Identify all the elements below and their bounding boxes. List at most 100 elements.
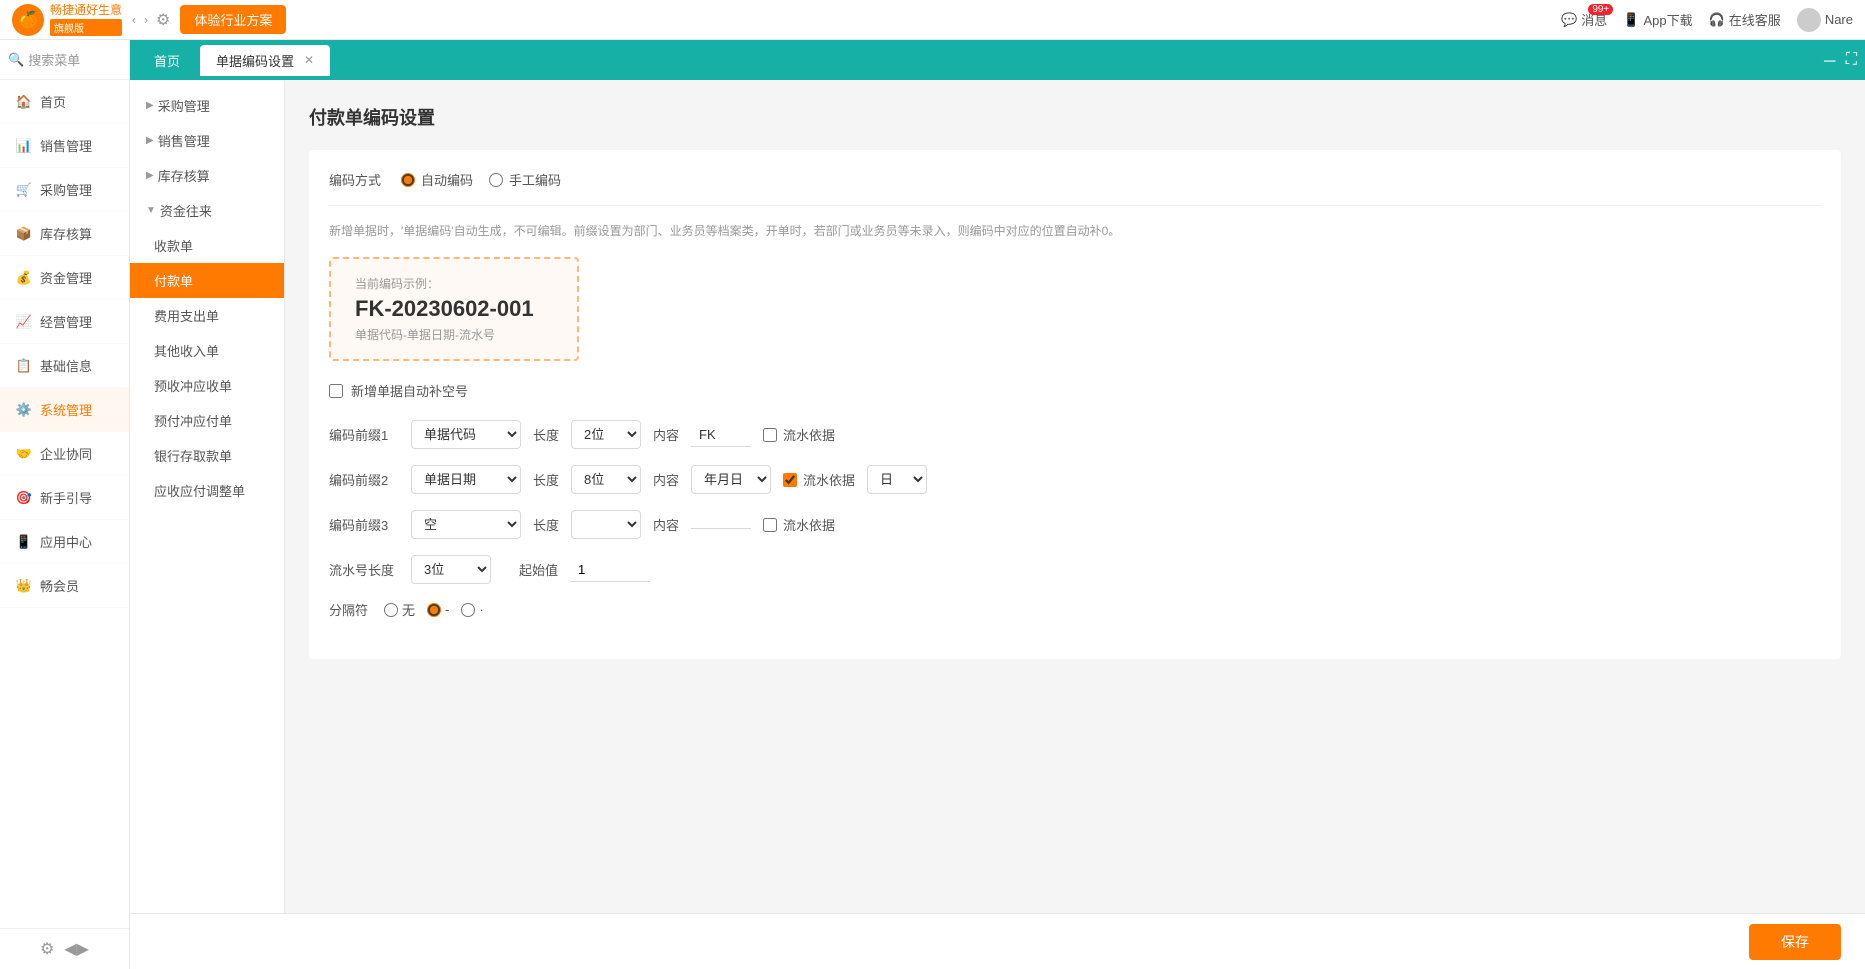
length1-label: 长度 bbox=[533, 425, 559, 444]
sep-none-option[interactable]: 无 bbox=[384, 600, 415, 619]
sidebar-item-apps[interactable]: 📱 应用中心 bbox=[0, 520, 129, 564]
length3-select[interactable] bbox=[571, 510, 641, 539]
auto-fill-label: 新增单据自动补空号 bbox=[351, 381, 468, 400]
sep-dot-radio[interactable] bbox=[427, 603, 441, 617]
content1-value: FK bbox=[691, 423, 751, 447]
stream2-checkbox[interactable] bbox=[783, 473, 797, 487]
sidebar-item-basic[interactable]: 📋 基础信息 bbox=[0, 344, 129, 388]
window-minimize-icon[interactable]: － bbox=[1822, 48, 1838, 72]
left-nav-title-purchase[interactable]: ▶ 采购管理 bbox=[130, 88, 284, 123]
stream3-checkbox[interactable] bbox=[763, 518, 777, 532]
chevron-right-icon: ▶ bbox=[146, 100, 154, 111]
logo: 🍊 畅捷通好生意 旗舰版 bbox=[12, 3, 122, 36]
config-row-1: 编码前缀1 单据代码 部门 业务员 长度 2位 3位 4位 内容 bbox=[329, 420, 1821, 449]
sidebar-item-guide[interactable]: 🎯 新手引导 bbox=[0, 476, 129, 520]
stream-length-label: 流水号长度 bbox=[329, 560, 399, 579]
message-icon: 💬 bbox=[1561, 12, 1577, 28]
auto-encoding-option[interactable]: 自动编码 bbox=[401, 170, 473, 189]
length3-label: 长度 bbox=[533, 515, 559, 534]
left-nav-sales-label: 销售管理 bbox=[158, 131, 210, 150]
chevron-right-icon3: ▶ bbox=[146, 170, 154, 181]
purchase-icon: 🛒 bbox=[16, 182, 32, 198]
left-nav-item-payment[interactable]: 付款单 bbox=[130, 263, 284, 298]
sidebar-item-system[interactable]: ⚙️ 系统管理 bbox=[0, 388, 129, 432]
stream2-checkbox-label[interactable]: 流水依据 bbox=[783, 470, 855, 489]
trial-button[interactable]: 体验行业方案 bbox=[180, 5, 286, 34]
auto-fill-checkbox[interactable] bbox=[329, 384, 343, 398]
message-button[interactable]: 💬 消息 99+ bbox=[1561, 10, 1607, 29]
left-nav-item-advance-ap[interactable]: 预付冲应付单 bbox=[130, 403, 284, 438]
prefix2-select[interactable]: 单据日期 部门 业务员 bbox=[411, 465, 521, 494]
sep-dot-option[interactable]: - bbox=[427, 602, 449, 617]
tab-home[interactable]: 首页 bbox=[138, 45, 196, 76]
auto-encoding-radio[interactable] bbox=[401, 173, 415, 187]
stream2-label: 流水依据 bbox=[803, 470, 855, 489]
save-button[interactable]: 保存 bbox=[1749, 924, 1841, 960]
left-nav-group-capital: ▼ 资金往来 收款单 付款单 费用支出单 其他收入单 预收冲应收单 预付冲应付单… bbox=[130, 193, 284, 508]
length1-select[interactable]: 2位 3位 4位 bbox=[571, 420, 641, 449]
tab-close-icon[interactable]: ✕ bbox=[304, 53, 314, 67]
user-menu[interactable]: Nare bbox=[1797, 8, 1853, 32]
start-value-input[interactable] bbox=[570, 558, 650, 582]
left-nav-title-capital[interactable]: ▼ 资金往来 bbox=[130, 193, 284, 228]
left-nav-item-bank[interactable]: 银行存取款单 bbox=[130, 438, 284, 473]
user-name: Nare bbox=[1825, 12, 1853, 27]
left-nav-item-expense[interactable]: 费用支出单 bbox=[130, 298, 284, 333]
sep-dot2-option[interactable]: · bbox=[461, 602, 483, 617]
window-maximize-icon[interactable]: ⛶ bbox=[1846, 51, 1857, 69]
sep-dot2-radio[interactable] bbox=[461, 603, 475, 617]
length2-select[interactable]: 8位 6位 4位 bbox=[571, 465, 641, 494]
nav-settings-icon[interactable]: ⚙ bbox=[156, 10, 170, 30]
online-service-label: 在线客服 bbox=[1729, 10, 1781, 29]
left-nav-group-purchase: ▶ 采购管理 bbox=[130, 88, 284, 123]
sidebar-item-purchase[interactable]: 🛒 采购管理 bbox=[0, 168, 129, 212]
manual-encoding-radio[interactable] bbox=[489, 173, 503, 187]
nav-next-arrow[interactable]: › bbox=[144, 13, 148, 27]
content2-label: 内容 bbox=[653, 470, 679, 489]
left-nav-title-sales[interactable]: ▶ 销售管理 bbox=[130, 123, 284, 158]
prefix3-select[interactable]: 空 部门 业务员 bbox=[411, 510, 521, 539]
sidebar-item-operation[interactable]: 📈 经营管理 bbox=[0, 300, 129, 344]
nav-prev-arrow[interactable]: ‹ bbox=[132, 13, 136, 27]
online-service-button[interactable]: 🎧 在线客服 bbox=[1709, 10, 1781, 29]
inventory-icon: 📦 bbox=[16, 226, 32, 242]
sidebar-item-finance[interactable]: 💰 资金管理 bbox=[0, 256, 129, 300]
stream1-checkbox-label[interactable]: 流水依据 bbox=[763, 425, 835, 444]
sidebar-search[interactable]: 🔍 搜索菜单 bbox=[0, 40, 129, 80]
apps-icon: 📱 bbox=[16, 534, 32, 550]
stream1-checkbox[interactable] bbox=[763, 428, 777, 442]
left-nav-item-ar-ap-adjust[interactable]: 应收应付调整单 bbox=[130, 473, 284, 508]
content2-select[interactable]: 年月日 年月 年 bbox=[691, 465, 771, 494]
tab-encoding[interactable]: 单据编码设置 ✕ bbox=[200, 45, 330, 76]
stream3-checkbox-label[interactable]: 流水依据 bbox=[763, 515, 835, 534]
prefix1-select[interactable]: 单据代码 部门 业务员 bbox=[411, 420, 521, 449]
sidebar-item-home[interactable]: 🏠 首页 bbox=[0, 80, 129, 124]
settings-bottom-icon[interactable]: ⚙ bbox=[40, 939, 54, 959]
left-nav-item-advance-ar[interactable]: 预收冲应收单 bbox=[130, 368, 284, 403]
sidebar-item-enterprise[interactable]: 🤝 企业协同 bbox=[0, 432, 129, 476]
app-icon: 📱 bbox=[1623, 12, 1639, 28]
sidebar-label-operation: 经营管理 bbox=[40, 312, 92, 331]
stream-length-select[interactable]: 3位 4位 5位 6位 bbox=[411, 555, 491, 584]
sidebar-item-member[interactable]: 👑 畅会员 bbox=[0, 564, 129, 608]
sidebar-item-inventory[interactable]: 📦 库存核算 bbox=[0, 212, 129, 256]
collapse-icon[interactable]: ◀▶ bbox=[64, 939, 89, 959]
sidebar-item-sales[interactable]: 📊 销售管理 bbox=[0, 124, 129, 168]
operation-icon: 📈 bbox=[16, 314, 32, 330]
sidebar-label-member: 畅会员 bbox=[40, 576, 79, 595]
enterprise-icon: 🤝 bbox=[16, 446, 32, 462]
left-nav-title-stock[interactable]: ▶ 库存核算 bbox=[130, 158, 284, 193]
app-download-button[interactable]: 📱 App下载 bbox=[1623, 10, 1692, 29]
sidebar-label-apps: 应用中心 bbox=[40, 532, 92, 551]
cycle2-select[interactable]: 日 月 年 bbox=[867, 465, 927, 494]
manual-encoding-option[interactable]: 手工编码 bbox=[489, 170, 561, 189]
sep-dot2-label: · bbox=[479, 602, 483, 617]
left-nav-item-other-income[interactable]: 其他收入单 bbox=[130, 333, 284, 368]
left-nav: ▶ 采购管理 ▶ 销售管理 ▶ 库存核算 bbox=[130, 80, 285, 913]
home-icon: 🏠 bbox=[16, 94, 32, 110]
info-text: 新增单据时，'单据编码'自动生成，不可编辑。前缀设置为部门、业务员等档案类，开单… bbox=[329, 222, 1821, 241]
sidebar-label-system: 系统管理 bbox=[40, 400, 92, 419]
sidebar-search-label: 搜索菜单 bbox=[28, 50, 80, 69]
sep-none-radio[interactable] bbox=[384, 603, 398, 617]
left-nav-item-receipt[interactable]: 收款单 bbox=[130, 228, 284, 263]
